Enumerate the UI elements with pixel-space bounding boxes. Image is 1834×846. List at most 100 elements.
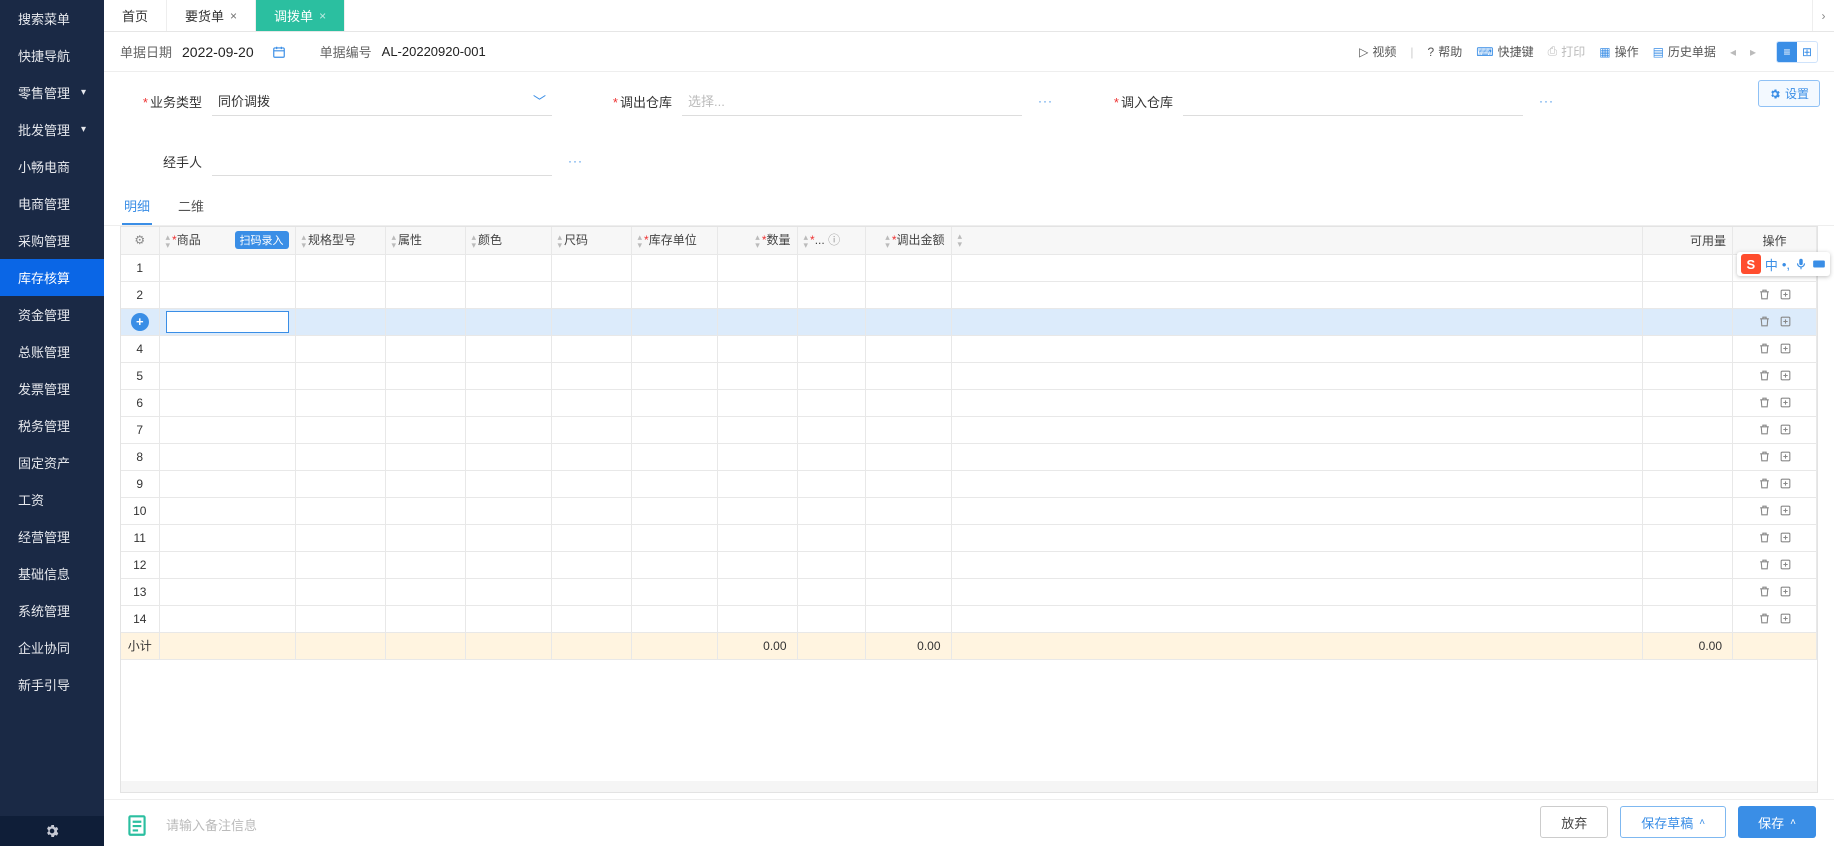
sidebar-item-3[interactable]: 批发管理▾	[0, 111, 104, 148]
col-amount[interactable]: ▴▾*调出金额	[865, 227, 951, 254]
close-icon[interactable]: ×	[319, 9, 326, 23]
delete-row-icon[interactable]	[1758, 396, 1771, 409]
table-row[interactable]: 6	[121, 389, 1817, 416]
delete-row-icon[interactable]	[1758, 342, 1771, 355]
shortcut-action[interactable]: ⌨快捷键	[1476, 43, 1533, 60]
add-row-icon[interactable]	[1779, 477, 1792, 490]
sidebar-item-1[interactable]: 快捷导航	[0, 37, 104, 74]
add-row-icon[interactable]	[1779, 558, 1792, 571]
sidebar-settings[interactable]	[0, 816, 104, 846]
add-row-icon[interactable]	[1779, 369, 1792, 382]
product-cell-input[interactable]	[166, 311, 289, 333]
doc-date-value[interactable]: 2022-09-20	[182, 44, 254, 60]
tab-2d[interactable]: 二维	[176, 188, 206, 225]
table-row[interactable]: 12	[121, 551, 1817, 578]
discard-button[interactable]: 放弃	[1540, 806, 1608, 838]
view-grid[interactable]: ⊞	[1797, 42, 1817, 62]
delete-row-icon[interactable]	[1758, 423, 1771, 436]
in-warehouse-select[interactable]	[1183, 86, 1523, 116]
add-row-icon[interactable]	[1779, 450, 1792, 463]
col-color[interactable]: ▴▾颜色	[465, 227, 551, 254]
sidebar-item-16[interactable]: 系统管理	[0, 592, 104, 629]
tab-0[interactable]: 首页	[104, 0, 167, 31]
sidebar-item-15[interactable]: 基础信息	[0, 555, 104, 592]
delete-row-icon[interactable]	[1758, 585, 1771, 598]
horizontal-scrollbar[interactable]	[120, 781, 1818, 793]
save-draft-button[interactable]: 保存草稿˄	[1620, 806, 1726, 838]
sidebar-item-18[interactable]: 新手引导	[0, 666, 104, 703]
sidebar-item-0[interactable]: 搜索菜单	[0, 0, 104, 37]
video-action[interactable]: ▷视频	[1359, 43, 1396, 60]
add-row-icon[interactable]	[1779, 423, 1792, 436]
table-row[interactable]: 11	[121, 524, 1817, 551]
table-row[interactable]: 10	[121, 497, 1817, 524]
sidebar-item-9[interactable]: 总账管理	[0, 333, 104, 370]
add-row-icon[interactable]	[1779, 612, 1792, 625]
tab-1[interactable]: 要货单×	[167, 0, 256, 31]
sidebar-item-8[interactable]: 资金管理	[0, 296, 104, 333]
in-warehouse-more[interactable]: ···	[1539, 94, 1554, 108]
delete-row-icon[interactable]	[1758, 477, 1771, 490]
add-row-icon[interactable]	[1779, 288, 1792, 301]
settings-button[interactable]: 设置	[1758, 80, 1820, 107]
handler-more[interactable]: ···	[568, 154, 583, 168]
biz-type-select[interactable]: 同价调拨 ﹀	[212, 86, 552, 116]
ime-lang[interactable]: 中	[1765, 255, 1778, 274]
sidebar-item-7[interactable]: 库存核算	[0, 259, 104, 296]
col-hidden[interactable]: ▴▾*... ⓘ	[797, 227, 865, 254]
delete-row-icon[interactable]	[1758, 450, 1771, 463]
sidebar-item-14[interactable]: 经营管理	[0, 518, 104, 555]
tab-2[interactable]: 调拨单×	[256, 0, 345, 31]
table-row[interactable]: 8	[121, 443, 1817, 470]
add-row-icon[interactable]	[1779, 315, 1792, 328]
sidebar-item-13[interactable]: 工资	[0, 481, 104, 518]
ime-punct-icon[interactable]: •,	[1782, 257, 1790, 272]
table-row[interactable]: 4	[121, 335, 1817, 362]
add-row-icon[interactable]	[1779, 342, 1792, 355]
sidebar-item-6[interactable]: 采购管理	[0, 222, 104, 259]
table-row[interactable]: 1	[121, 254, 1817, 281]
view-list[interactable]: ≡	[1777, 42, 1797, 62]
col-unit[interactable]: ▴▾*库存单位	[631, 227, 717, 254]
out-warehouse-more[interactable]: ···	[1038, 94, 1053, 108]
table-row[interactable]: 14	[121, 605, 1817, 632]
sidebar-item-10[interactable]: 发票管理	[0, 370, 104, 407]
handler-select[interactable]	[212, 146, 552, 176]
sidebar-item-11[interactable]: 税务管理	[0, 407, 104, 444]
col-product[interactable]: ▴▾*商品 扫码录入	[159, 227, 295, 254]
tabs-scroll-right[interactable]: ›	[1812, 0, 1834, 31]
add-row-icon[interactable]	[1779, 504, 1792, 517]
add-row-button[interactable]: +	[131, 313, 149, 331]
close-icon[interactable]: ×	[230, 9, 237, 23]
delete-row-icon[interactable]	[1758, 558, 1771, 571]
table-row[interactable]: 7	[121, 416, 1817, 443]
delete-row-icon[interactable]	[1758, 369, 1771, 382]
delete-row-icon[interactable]	[1758, 531, 1771, 544]
col-attr[interactable]: ▴▾属性	[385, 227, 465, 254]
table-row[interactable]: 2	[121, 281, 1817, 308]
delete-row-icon[interactable]	[1758, 288, 1771, 301]
col-avail[interactable]: 可用量	[1643, 227, 1733, 254]
print-action[interactable]: ⎙打印	[1548, 43, 1586, 60]
ime-keyboard-icon[interactable]	[1812, 257, 1826, 271]
table-row[interactable]: 13	[121, 578, 1817, 605]
table-row[interactable]: +	[121, 308, 1817, 335]
ime-toolbar[interactable]: S 中 •,	[1737, 252, 1830, 276]
add-row-icon[interactable]	[1779, 396, 1792, 409]
delete-row-icon[interactable]	[1758, 315, 1771, 328]
help-action[interactable]: ?帮助	[1428, 43, 1463, 60]
operate-action[interactable]: ▦操作	[1599, 43, 1638, 60]
sidebar-item-2[interactable]: 零售管理▾	[0, 74, 104, 111]
history-action[interactable]: ▤历史单据	[1653, 43, 1716, 60]
out-warehouse-select[interactable]: 选择...	[682, 86, 1022, 116]
col-qty[interactable]: ▴▾*数量	[717, 227, 797, 254]
table-row[interactable]: 9	[121, 470, 1817, 497]
sidebar-item-17[interactable]: 企业协同	[0, 629, 104, 666]
sidebar-item-12[interactable]: 固定资产	[0, 444, 104, 481]
calendar-icon[interactable]	[272, 45, 286, 59]
tab-detail[interactable]: 明细	[122, 188, 152, 225]
add-row-icon[interactable]	[1779, 585, 1792, 598]
scan-entry-badge[interactable]: 扫码录入	[235, 231, 289, 249]
col-size[interactable]: ▴▾尺码	[551, 227, 631, 254]
sidebar-item-4[interactable]: 小畅电商	[0, 148, 104, 185]
